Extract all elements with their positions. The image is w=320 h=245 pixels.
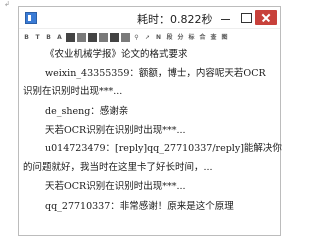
text-line: 识别在识别时出现***... [23, 86, 123, 97]
number-icon[interactable]: N [154, 33, 163, 42]
paragraph-icon[interactable]: 段 [165, 33, 174, 42]
ocr-text-area[interactable]: 《农业机械学报》论文的格式要求 weixin_43355359：额额，博士，内容… [23, 49, 282, 233]
merge-icon[interactable]: 合 [198, 33, 207, 42]
title-bar[interactable]: 耗时：0.822秒 [19, 7, 280, 29]
text-icon[interactable]: T [33, 33, 42, 42]
bullet-icon[interactable] [77, 32, 86, 42]
close-button[interactable] [255, 10, 277, 25]
numbered-list-icon[interactable] [88, 32, 97, 42]
find-icon[interactable]: 查 [209, 33, 218, 42]
copy-icon[interactable] [121, 32, 130, 42]
window-title: 耗时：0.822秒 [137, 13, 213, 26]
text-line: qq_27710337：非常感谢！原来是这个原理 [45, 201, 234, 212]
split-icon[interactable]: 分 [176, 33, 185, 42]
bold-icon[interactable]: B [22, 33, 31, 42]
outdent-icon[interactable] [110, 32, 119, 42]
maximize-button[interactable] [238, 10, 254, 25]
link-icon[interactable]: ➚ [143, 33, 152, 42]
corner-mark: ↲ [4, 0, 10, 8]
result-window: 耗时：0.822秒 B T B A ⚲ ➚ N 段 分 标 合 查 图 《农业机… [18, 6, 282, 236]
indent-icon[interactable] [99, 32, 108, 42]
text-line: 《农业机械学报》论文的格式要求 [45, 49, 188, 60]
app-icon [25, 12, 37, 24]
text-line: 的问题就好，我当时在这里卡了好长时间，... [23, 162, 213, 173]
text-line: u014723479：[reply]qq_27710337/reply]能解决你 [45, 143, 282, 154]
text-line: de_sheng：感谢亲 [45, 106, 129, 117]
format-toolbar: B T B A ⚲ ➚ N 段 分 标 合 查 图 [19, 30, 280, 44]
minimize-button[interactable] [218, 10, 234, 25]
text-line: 天若OCR识别在识别时出现***... [45, 181, 186, 192]
text-line: 天若OCR识别在识别时出现***... [45, 125, 186, 136]
underline-icon[interactable] [66, 32, 75, 42]
bold-alt-icon[interactable]: B [44, 33, 53, 42]
text-line: weixin_43355359：额额，博士，内容呢天若OCR [45, 68, 266, 79]
mark-icon[interactable]: 标 [187, 33, 196, 42]
font-color-icon[interactable]: A [55, 33, 64, 42]
image-icon[interactable]: 图 [220, 33, 229, 42]
search-icon[interactable]: ⚲ [132, 33, 141, 42]
